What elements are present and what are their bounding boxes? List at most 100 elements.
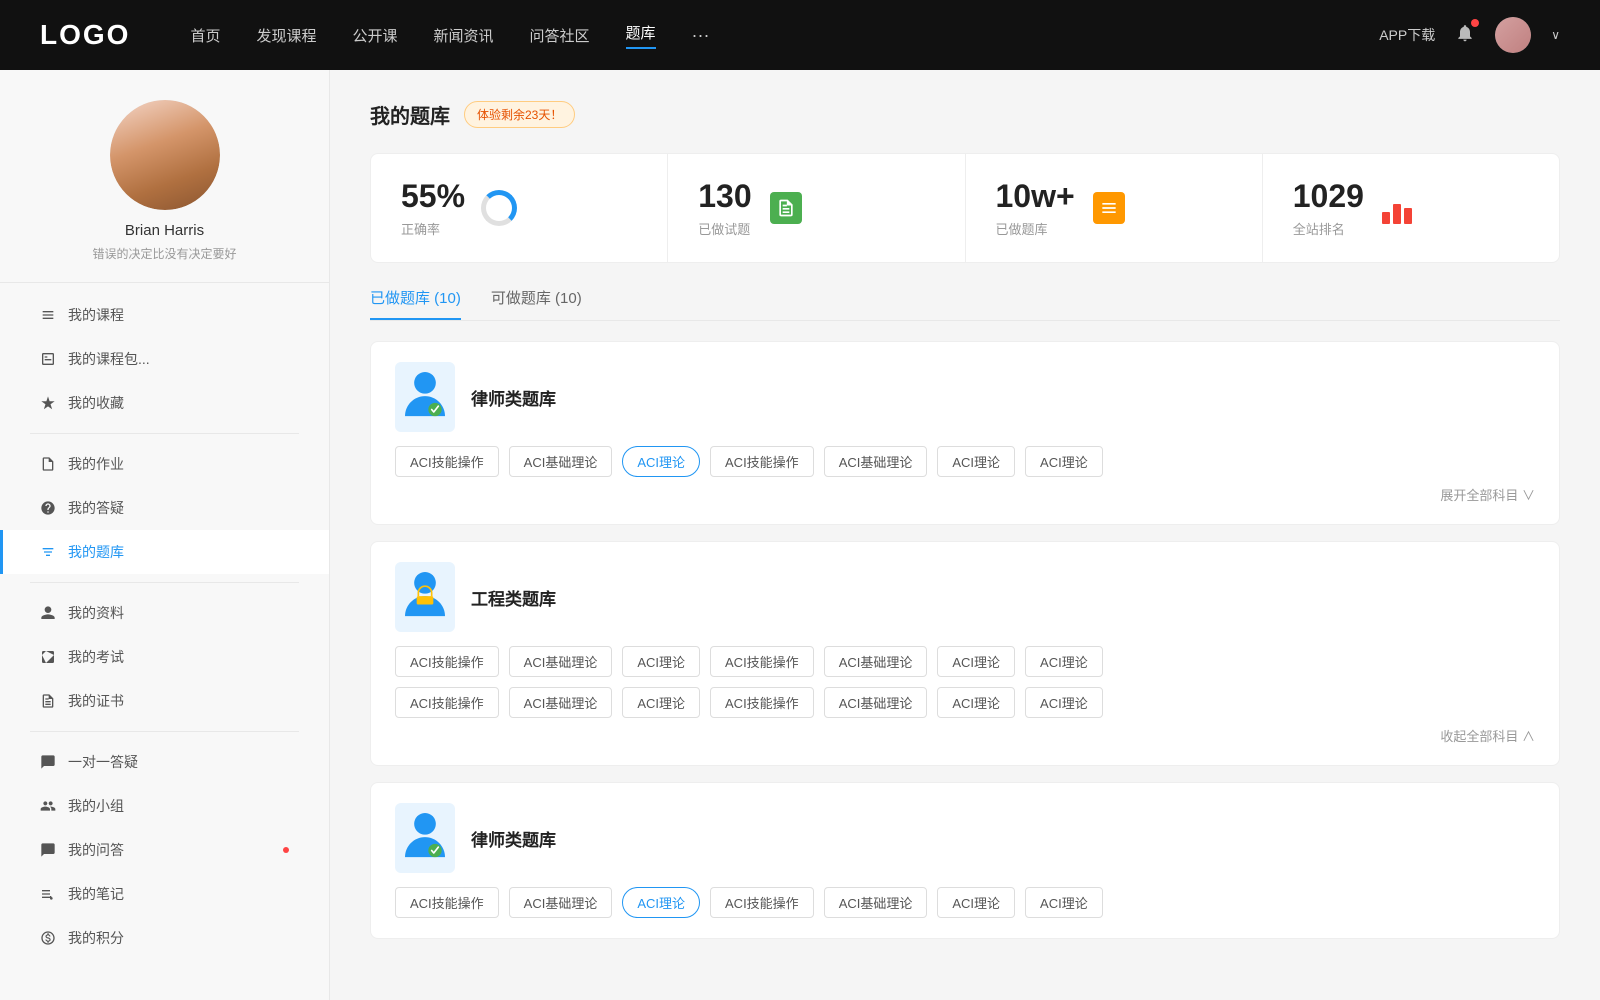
bank-card-lawyer-1: 律师类题库 ACI技能操作 ACI基础理论 ACI理论 ACI技能操作 ACI基… — [370, 341, 1560, 525]
law2-tag-1[interactable]: ACI基础理论 — [509, 887, 613, 918]
eng-tag-7[interactable]: ACI技能操作 — [395, 687, 499, 718]
orange-list-icon — [1093, 192, 1125, 224]
user-profile: Brian Harris 错误的决定比没有决定要好 — [0, 100, 329, 283]
menu-label: 我的资料 — [68, 603, 124, 623]
user-avatar[interactable] — [1495, 17, 1531, 53]
bank-card-engineer: 工程类题库 ACI技能操作 ACI基础理论 ACI理论 ACI技能操作 ACI基… — [370, 541, 1560, 766]
bank-tabs: 已做题库 (10) 可做题库 (10) — [370, 287, 1560, 321]
eng-tag-3[interactable]: ACI技能操作 — [710, 646, 814, 677]
sidebar-item-my-qa[interactable]: 我的答疑 — [0, 486, 329, 530]
tag-4[interactable]: ACI基础理论 — [824, 446, 928, 477]
sidebar-item-my-questions[interactable]: 我的问答 — [0, 828, 329, 872]
eng-tag-6[interactable]: ACI理论 — [1025, 646, 1103, 677]
notification-bell[interactable] — [1455, 23, 1475, 48]
sidebar-item-my-data[interactable]: 我的资料 — [0, 591, 329, 635]
eng-tag-8[interactable]: ACI基础理论 — [509, 687, 613, 718]
avatar-image — [110, 100, 220, 210]
eng-tag-9[interactable]: ACI理论 — [622, 687, 700, 718]
lawyer-tags-1: ACI技能操作 ACI基础理论 ACI理论 ACI技能操作 ACI基础理论 AC… — [395, 446, 1535, 477]
menu-label: 我的小组 — [68, 796, 124, 816]
eng-tag-4[interactable]: ACI基础理论 — [824, 646, 928, 677]
nav-home[interactable]: 首页 — [190, 25, 220, 46]
stat-questions-value: 130 — [698, 178, 751, 215]
nav-qa[interactable]: 问答社区 — [530, 25, 590, 46]
eng-tag-11[interactable]: ACI基础理论 — [824, 687, 928, 718]
menu-label: 我的积分 — [68, 928, 124, 948]
lawyer-card-title-1: 律师类题库 — [471, 385, 556, 410]
ranking-icon — [1380, 190, 1416, 226]
tag-1[interactable]: ACI基础理论 — [509, 446, 613, 477]
law2-tag-5[interactable]: ACI理论 — [937, 887, 1015, 918]
nav-news[interactable]: 新闻资讯 — [434, 25, 494, 46]
sidebar-item-group[interactable]: 我的小组 — [0, 784, 329, 828]
sidebar-item-course-package[interactable]: 我的课程包... — [0, 337, 329, 381]
layout: Brian Harris 错误的决定比没有决定要好 我的课程 我的课程包... … — [0, 70, 1600, 1000]
law2-tag-2-active[interactable]: ACI理论 — [622, 887, 700, 918]
menu-divider-1 — [30, 433, 299, 434]
menu-label: 我的作业 — [68, 454, 124, 474]
sidebar-item-points[interactable]: 我的积分 — [0, 916, 329, 960]
bar-3 — [1404, 208, 1412, 224]
nav-courses[interactable]: 发现课程 — [256, 25, 316, 46]
engineer-tags-row2: ACI技能操作 ACI基础理论 ACI理论 ACI技能操作 ACI基础理论 AC… — [395, 687, 1535, 718]
law2-tag-0[interactable]: ACI技能操作 — [395, 887, 499, 918]
tab-todo[interactable]: 可做题库 (10) — [491, 287, 582, 320]
nav-open-course[interactable]: 公开课 — [352, 25, 397, 46]
stat-ranking: 1029 全站排名 — [1263, 154, 1559, 262]
engineer-card-title: 工程类题库 — [471, 585, 556, 610]
eng-tag-1[interactable]: ACI基础理论 — [509, 646, 613, 677]
tag-0[interactable]: ACI技能操作 — [395, 446, 499, 477]
eng-tag-2[interactable]: ACI理论 — [622, 646, 700, 677]
expand-link-1[interactable]: 展开全部科目 ∨ — [395, 485, 1535, 504]
tab-done[interactable]: 已做题库 (10) — [370, 287, 461, 320]
eng-tag-5[interactable]: ACI理论 — [937, 646, 1015, 677]
engineer-tags-row1: ACI技能操作 ACI基础理论 ACI理论 ACI技能操作 ACI基础理论 AC… — [395, 646, 1535, 677]
stat-ranking-label: 全站排名 — [1293, 219, 1364, 238]
sidebar-item-my-bank[interactable]: 我的题库 — [0, 530, 329, 574]
questions-icon — [768, 190, 804, 226]
unread-dot — [283, 847, 289, 853]
sidebar-item-collection[interactable]: 我的收藏 — [0, 381, 329, 425]
eng-tag-0[interactable]: ACI技能操作 — [395, 646, 499, 677]
menu-label: 我的问答 — [68, 840, 124, 860]
sidebar-item-homework[interactable]: 我的作业 — [0, 442, 329, 486]
profile-avatar[interactable] — [110, 100, 220, 210]
sidebar: Brian Harris 错误的决定比没有决定要好 我的课程 我的课程包... … — [0, 70, 330, 1000]
sidebar-item-cert[interactable]: 我的证书 — [0, 679, 329, 723]
app-download-button[interactable]: APP下载 — [1379, 25, 1435, 45]
collapse-link[interactable]: 收起全部科目 ∧ — [395, 726, 1535, 745]
sidebar-item-notes[interactable]: 我的笔记 — [0, 872, 329, 916]
eng-tag-10[interactable]: ACI技能操作 — [710, 687, 814, 718]
tag-5[interactable]: ACI理论 — [937, 446, 1015, 477]
sidebar-item-exam[interactable]: 我的考试 — [0, 635, 329, 679]
user-dropdown-arrow[interactable]: ∨ — [1551, 28, 1560, 42]
eng-tag-12[interactable]: ACI理论 — [937, 687, 1015, 718]
tag-6[interactable]: ACI理论 — [1025, 446, 1103, 477]
stat-questions-done: 130 已做试题 — [668, 154, 965, 262]
menu-label: 我的题库 — [68, 542, 124, 562]
stat-ranking-value: 1029 — [1293, 178, 1364, 215]
sidebar-item-my-course[interactable]: 我的课程 — [0, 293, 329, 337]
tag-2-active[interactable]: ACI理论 — [622, 446, 700, 477]
stats-row: 55% 正确率 130 已做试题 — [370, 153, 1560, 263]
page-title: 我的题库 — [370, 100, 450, 129]
law2-tag-6[interactable]: ACI理论 — [1025, 887, 1103, 918]
sidebar-item-one-on-one[interactable]: 一对一答疑 — [0, 740, 329, 784]
lawyer-icon — [395, 362, 455, 432]
notification-badge — [1471, 19, 1479, 27]
menu-label: 我的课程 — [68, 305, 124, 325]
tag-3[interactable]: ACI技能操作 — [710, 446, 814, 477]
nav-bank[interactable]: 题库 — [626, 22, 656, 49]
header-right: APP下载 ∨ — [1379, 17, 1560, 53]
eng-tag-13[interactable]: ACI理论 — [1025, 687, 1103, 718]
law2-tag-3[interactable]: ACI技能操作 — [710, 887, 814, 918]
menu-divider-2 — [30, 582, 299, 583]
nav-more[interactable]: ··· — [692, 25, 710, 46]
banks-icon — [1091, 190, 1127, 226]
logo: LOGO — [40, 19, 130, 51]
bar-2 — [1393, 204, 1401, 224]
menu-label: 我的证书 — [68, 691, 124, 711]
stat-questions-label: 已做试题 — [698, 219, 751, 238]
law2-tag-4[interactable]: ACI基础理论 — [824, 887, 928, 918]
menu-label: 一对一答疑 — [68, 752, 138, 772]
